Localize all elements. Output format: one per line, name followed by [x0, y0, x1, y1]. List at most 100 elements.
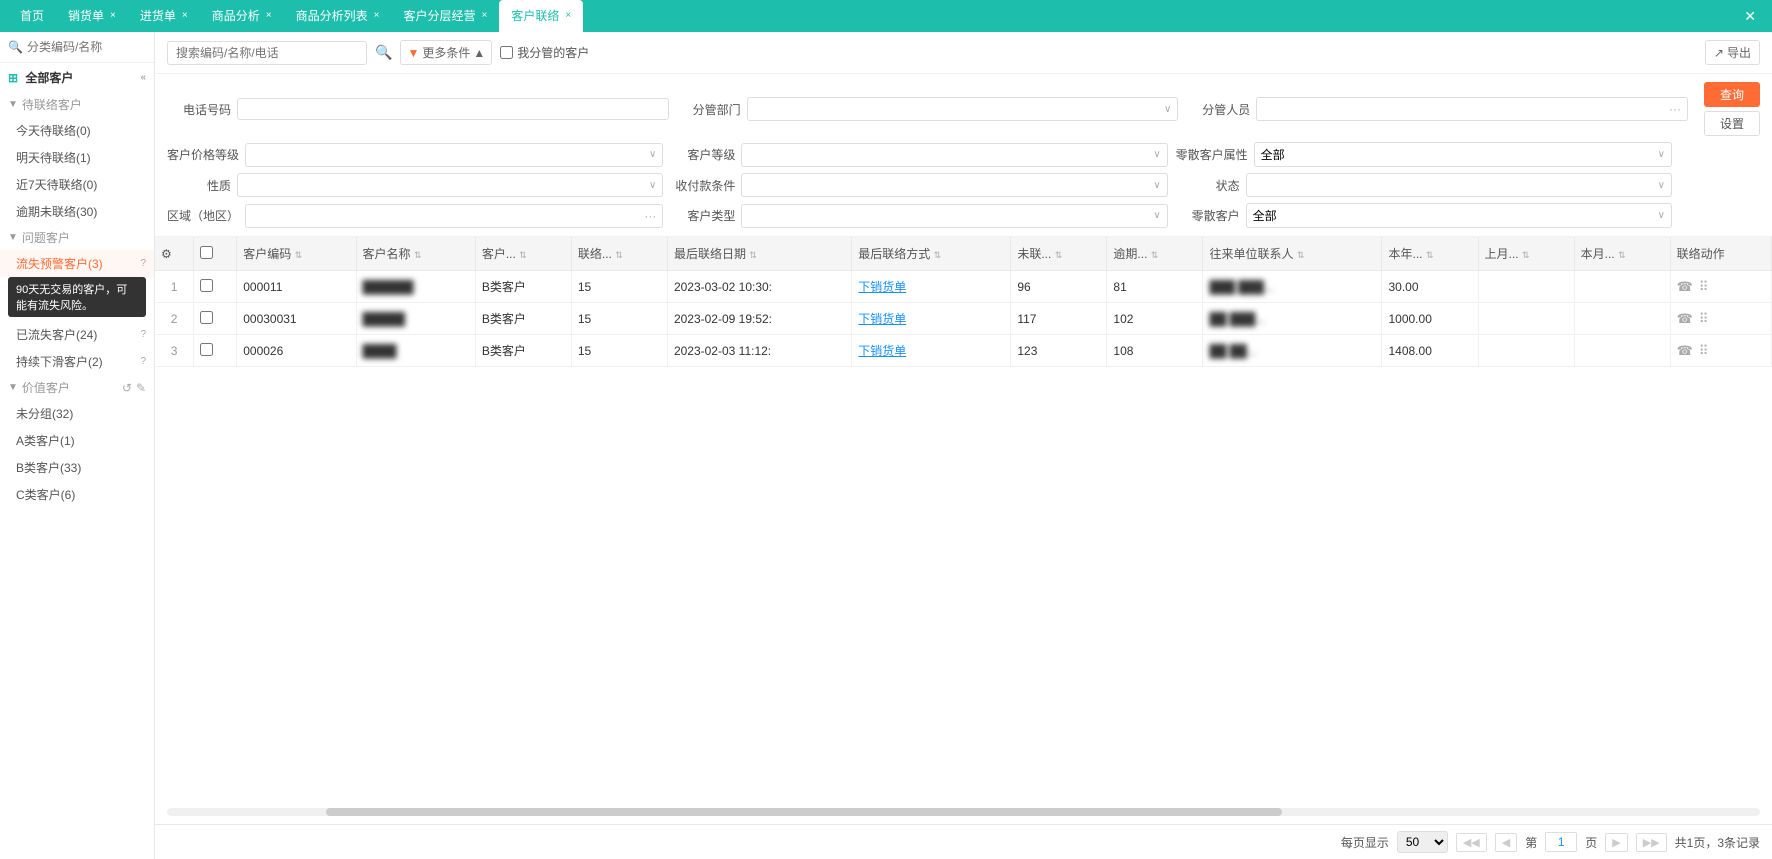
sidebar-item-tomorrow-pending[interactable]: 明天待联络(1): [0, 144, 154, 171]
col-customer-name[interactable]: 客户名称 ⇅: [356, 237, 475, 271]
sidebar-item-7day-pending[interactable]: 近7天待联络(0): [0, 171, 154, 198]
row-3-checkbox[interactable]: [200, 343, 213, 356]
filter-select-dept[interactable]: ∨: [747, 97, 1179, 121]
filter-select-payment[interactable]: ∨: [741, 173, 1167, 197]
sidebar-group-pending-contact[interactable]: ▼ 待联络客户: [0, 92, 154, 117]
last-method-link-2[interactable]: 下销货单: [858, 312, 906, 326]
tab-sales-order[interactable]: 销货单 ×: [56, 0, 128, 32]
more-action-icon-1[interactable]: ⠿: [1699, 279, 1709, 295]
per-page-select[interactable]: 50 20 100: [1397, 831, 1448, 853]
filter-select-price-tier[interactable]: ∨: [245, 143, 663, 167]
next-page-button[interactable]: ▶: [1605, 833, 1627, 852]
sidebar-item-today-pending[interactable]: 今天待联络(0): [0, 117, 154, 144]
close-all-tabs-button[interactable]: ✕: [1736, 8, 1764, 25]
action-buttons: 查询 设置: [1704, 82, 1760, 136]
last-method-link-3[interactable]: 下销货单: [858, 344, 906, 358]
sidebar-item-a-class[interactable]: A类客户(1): [0, 427, 154, 454]
col-this-year[interactable]: 本年... ⇅: [1382, 237, 1478, 271]
tab-home[interactable]: 首页: [8, 0, 56, 32]
col-overdue[interactable]: 逾期... ⇅: [1107, 237, 1203, 271]
row-overdue-3: 108: [1107, 335, 1203, 367]
sidebar-item-b-class[interactable]: B类客户(33): [0, 454, 154, 481]
filter-label-price-tier: 客户价格等级: [167, 146, 245, 163]
filter-select-retail-customer[interactable]: 全部 ∨: [1246, 203, 1672, 228]
filter-select-customer-tier[interactable]: ∨: [741, 143, 1167, 167]
filter-field-dept: 分管部门 ∨: [677, 97, 1179, 121]
sidebar-item-churned[interactable]: 已流失客户(24) ?: [0, 321, 154, 348]
close-sales-order-icon[interactable]: ×: [110, 0, 116, 32]
col-this-month[interactable]: 本月... ⇅: [1574, 237, 1670, 271]
sidebar-item-ungrouped[interactable]: 未分组(32): [0, 400, 154, 427]
sidebar-item-declining[interactable]: 持续下滑客户(2) ?: [0, 348, 154, 375]
horizontal-scrollbar[interactable]: [167, 808, 1760, 816]
tab-customer-tier[interactable]: 客户分层经营 ×: [391, 0, 499, 32]
col-actions: 联络动作: [1670, 237, 1771, 271]
question-icon-2[interactable]: ?: [140, 329, 146, 340]
tab-product-analysis-list[interactable]: 商品分析列表 ×: [284, 0, 392, 32]
filter-select-customer-type[interactable]: ∨: [741, 204, 1167, 228]
more-conditions-button[interactable]: ▼ 更多条件 ▲: [400, 40, 492, 65]
refresh-icon[interactable]: ↺: [122, 381, 132, 395]
last-page-button[interactable]: ▶▶: [1636, 833, 1667, 852]
sidebar-all-customers[interactable]: ⊞ 全部客户 «: [0, 63, 154, 92]
close-product-analysis-list-icon[interactable]: ×: [374, 0, 380, 32]
filter-select-person[interactable]: ···: [1256, 97, 1688, 121]
question-icon-3[interactable]: ?: [140, 356, 146, 367]
more-action-icon-2[interactable]: ⠿: [1699, 311, 1709, 327]
close-customer-tier-icon[interactable]: ×: [481, 0, 487, 32]
filter-select-region[interactable]: ···: [245, 204, 663, 228]
row-1-checkbox[interactable]: [200, 279, 213, 292]
export-button[interactable]: ↗ 导出: [1705, 40, 1760, 65]
contact-icon-2[interactable]: ☎: [1677, 311, 1693, 327]
sidebar-item-churn-warning[interactable]: 流失预警客户(3) ?: [0, 250, 154, 277]
filter-input-phone[interactable]: [237, 98, 669, 120]
last-method-link-1[interactable]: 下销货单: [858, 280, 906, 294]
edit-icon[interactable]: ✎: [136, 381, 146, 395]
col-contact-person[interactable]: 往来单位联系人 ⇅: [1203, 237, 1382, 271]
search-button[interactable]: 🔍: [375, 44, 392, 61]
settings-button[interactable]: 设置: [1704, 111, 1760, 136]
search-input[interactable]: [167, 41, 367, 65]
close-purchase-icon[interactable]: ×: [182, 0, 188, 32]
sidebar-item-overdue-contact[interactable]: 逾期未联络(30): [0, 198, 154, 225]
tab-customer-contact[interactable]: 客户联络 ×: [499, 0, 583, 32]
close-product-analysis-icon[interactable]: ×: [266, 0, 272, 32]
question-icon[interactable]: ?: [140, 258, 146, 269]
filter-select-retail-attr[interactable]: 全部 ∨: [1254, 142, 1672, 167]
sidebar-group-value-customers[interactable]: ▼ 价值客户 ↺ ✎: [0, 375, 154, 400]
col-customer-type[interactable]: 客户... ⇅: [475, 237, 571, 271]
contact-icon-1[interactable]: ☎: [1677, 279, 1693, 295]
row-2-checkbox[interactable]: [200, 311, 213, 324]
row-checkbox-2[interactable]: [194, 303, 237, 335]
query-button[interactable]: 查询: [1704, 82, 1760, 107]
tab-product-analysis[interactable]: 商品分析 ×: [200, 0, 284, 32]
sidebar-item-c-class[interactable]: C类客户(6): [0, 481, 154, 508]
col-last-month[interactable]: 上月... ⇅: [1478, 237, 1574, 271]
first-page-button[interactable]: ◀◀: [1456, 833, 1487, 852]
contact-icon-3[interactable]: ☎: [1677, 343, 1693, 359]
more-action-icon-3[interactable]: ⠿: [1699, 343, 1709, 359]
sidebar-search-input[interactable]: [27, 40, 146, 54]
row-checkbox-1[interactable]: [194, 271, 237, 303]
filter-select-status[interactable]: ∨: [1246, 173, 1672, 197]
select-all-checkbox[interactable]: [200, 246, 213, 259]
prev-page-button[interactable]: ◀: [1495, 833, 1517, 852]
row-this-month-3: [1574, 335, 1670, 367]
my-customers-checkbox[interactable]: [500, 46, 513, 59]
col-last-contact-method[interactable]: 最后联络方式 ⇅: [852, 237, 1011, 271]
sidebar-collapse-button[interactable]: «: [140, 72, 146, 83]
col-customer-code[interactable]: 客户编码 ⇅: [237, 237, 356, 271]
col-last-contact-date[interactable]: 最后联络日期 ⇅: [667, 237, 851, 271]
col-contact-count[interactable]: 联络... ⇅: [571, 237, 667, 271]
page-number-input[interactable]: [1545, 832, 1577, 852]
row-checkbox-3[interactable]: [194, 335, 237, 367]
settings-col-icon[interactable]: ⚙: [161, 247, 172, 261]
tab-purchase-order[interactable]: 进货单 ×: [128, 0, 200, 32]
filter-select-nature[interactable]: ∨: [237, 173, 663, 197]
col-uncontacted[interactable]: 未联... ⇅: [1011, 237, 1107, 271]
close-customer-contact-icon[interactable]: ×: [565, 0, 571, 32]
row-this-month-1: [1574, 271, 1670, 303]
sidebar-group-problem-customers[interactable]: ▼ 问题客户: [0, 225, 154, 250]
main-container: 🔍 ⊞ 全部客户 « ▼ 待联络客户 今天待联络(0) 明天待联络(1) 近7天…: [0, 32, 1772, 859]
my-customers-checkbox-label[interactable]: 我分管的客户: [500, 44, 589, 61]
